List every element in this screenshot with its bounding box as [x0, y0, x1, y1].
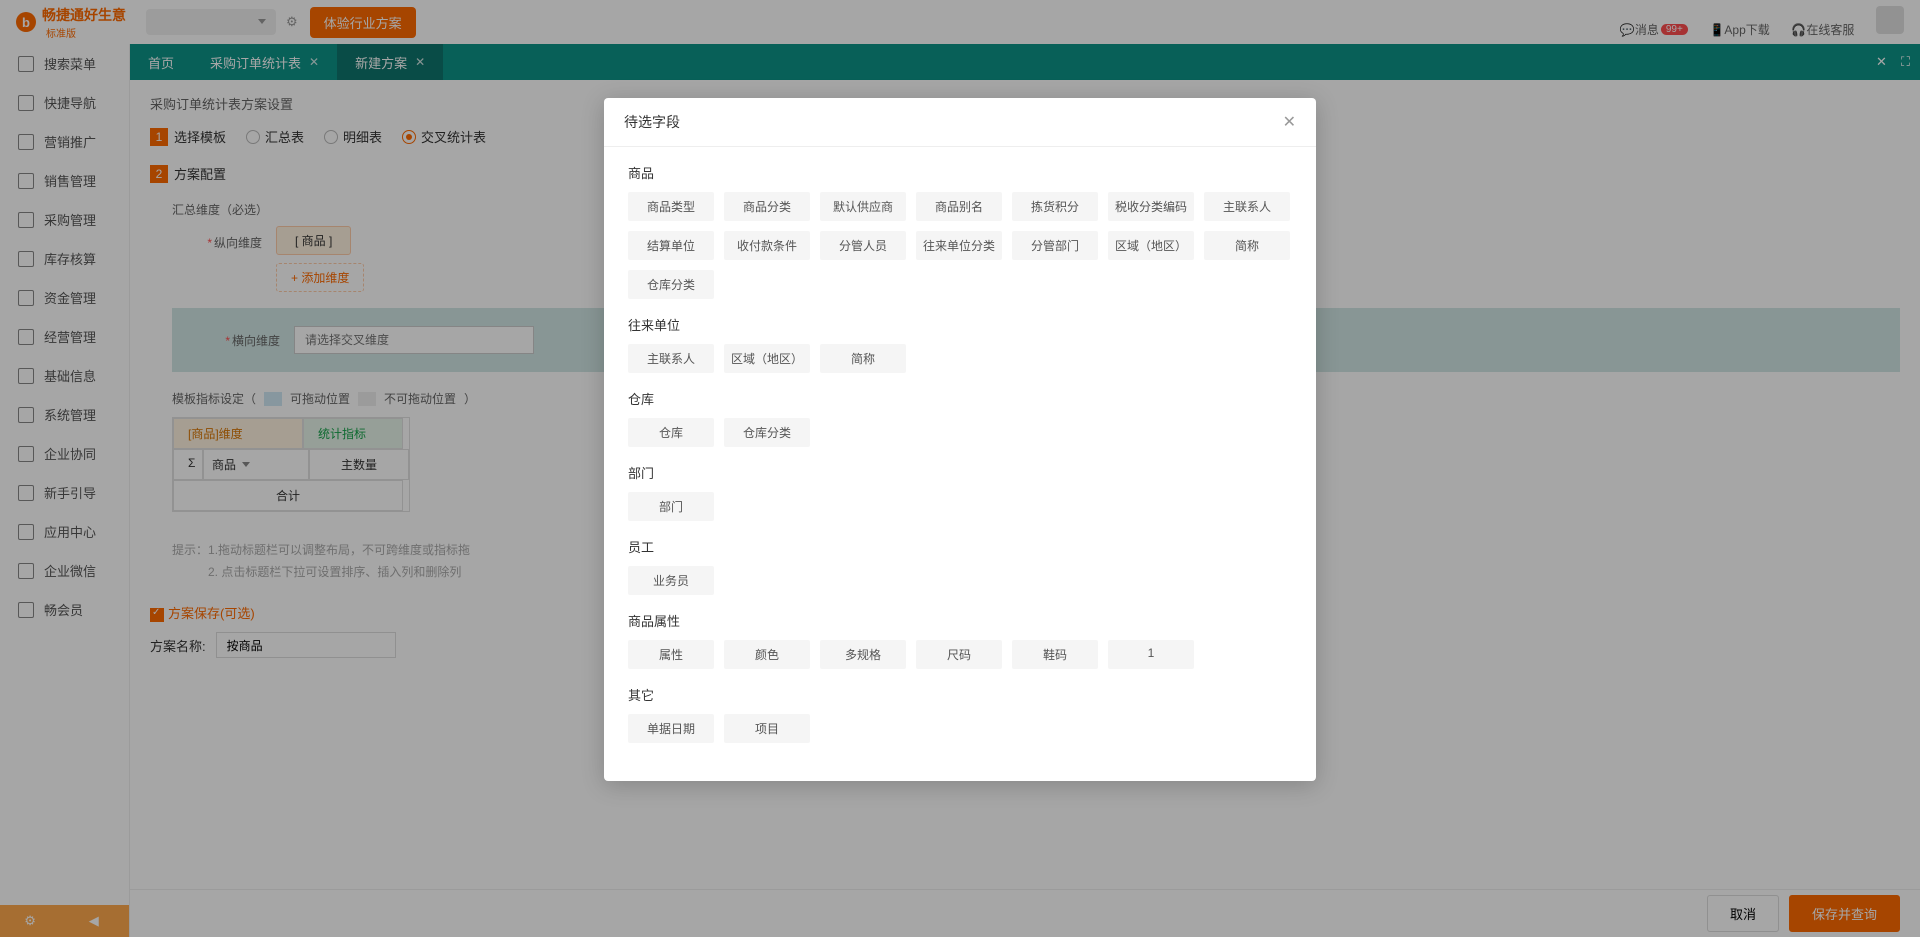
field-chip[interactable]: 属性	[628, 640, 714, 669]
field-chip[interactable]: 收付款条件	[724, 231, 810, 260]
field-group-2: 仓库仓库仓库分类	[628, 389, 1292, 447]
field-chip[interactable]: 1	[1108, 640, 1194, 669]
field-chip[interactable]: 结算单位	[628, 231, 714, 260]
field-group-0: 商品商品类型商品分类默认供应商商品别名拣货积分税收分类编码主联系人结算单位收付款…	[628, 163, 1292, 299]
field-chip[interactable]: 颜色	[724, 640, 810, 669]
field-chip[interactable]: 分管人员	[820, 231, 906, 260]
field-chip[interactable]: 部门	[628, 492, 714, 521]
field-chip[interactable]: 尺码	[916, 640, 1002, 669]
field-group-title: 其它	[628, 685, 1292, 704]
field-chip[interactable]: 简称	[1204, 231, 1290, 260]
close-icon[interactable]: ✕	[1283, 112, 1296, 132]
field-chip[interactable]: 仓库分类	[724, 418, 810, 447]
field-chip[interactable]: 区域（地区）	[724, 344, 810, 373]
field-chip[interactable]: 商品分类	[724, 192, 810, 221]
field-group-title: 员工	[628, 537, 1292, 556]
field-group-title: 仓库	[628, 389, 1292, 408]
field-chip[interactable]: 单据日期	[628, 714, 714, 743]
field-group-3: 部门部门	[628, 463, 1292, 521]
field-picker-modal: 待选字段 ✕ 商品商品类型商品分类默认供应商商品别名拣货积分税收分类编码主联系人…	[604, 98, 1316, 781]
field-group-6: 其它单据日期项目	[628, 685, 1292, 743]
field-group-4: 员工业务员	[628, 537, 1292, 595]
field-chip[interactable]: 项目	[724, 714, 810, 743]
field-chip[interactable]: 商品别名	[916, 192, 1002, 221]
field-group-1: 往来单位主联系人区域（地区） 简称	[628, 315, 1292, 373]
field-group-title: 商品属性	[628, 611, 1292, 630]
field-chip[interactable]: 鞋码	[1012, 640, 1098, 669]
field-chip[interactable]: 主联系人	[1204, 192, 1290, 221]
field-chip[interactable]: 仓库分类	[628, 270, 714, 299]
field-chip[interactable]: 业务员	[628, 566, 714, 595]
field-chip[interactable]: 区域（地区）	[1108, 231, 1194, 260]
field-group-5: 商品属性属性颜色多规格尺码鞋码 1	[628, 611, 1292, 669]
field-group-title: 商品	[628, 163, 1292, 182]
field-chip[interactable]: 税收分类编码	[1108, 192, 1194, 221]
field-chip[interactable]: 多规格	[820, 640, 906, 669]
field-chip[interactable]: 主联系人	[628, 344, 714, 373]
field-chip[interactable]: 仓库	[628, 418, 714, 447]
field-chip[interactable]: 商品类型	[628, 192, 714, 221]
field-group-title: 部门	[628, 463, 1292, 482]
field-chip[interactable]: 默认供应商	[820, 192, 906, 221]
modal-title: 待选字段	[624, 112, 680, 132]
field-chip[interactable]: 拣货积分	[1012, 192, 1098, 221]
field-chip[interactable]: 往来单位分类	[916, 231, 1002, 260]
field-chip[interactable]: 分管部门	[1012, 231, 1098, 260]
field-group-title: 往来单位	[628, 315, 1292, 334]
field-chip[interactable]: 简称	[820, 344, 906, 373]
